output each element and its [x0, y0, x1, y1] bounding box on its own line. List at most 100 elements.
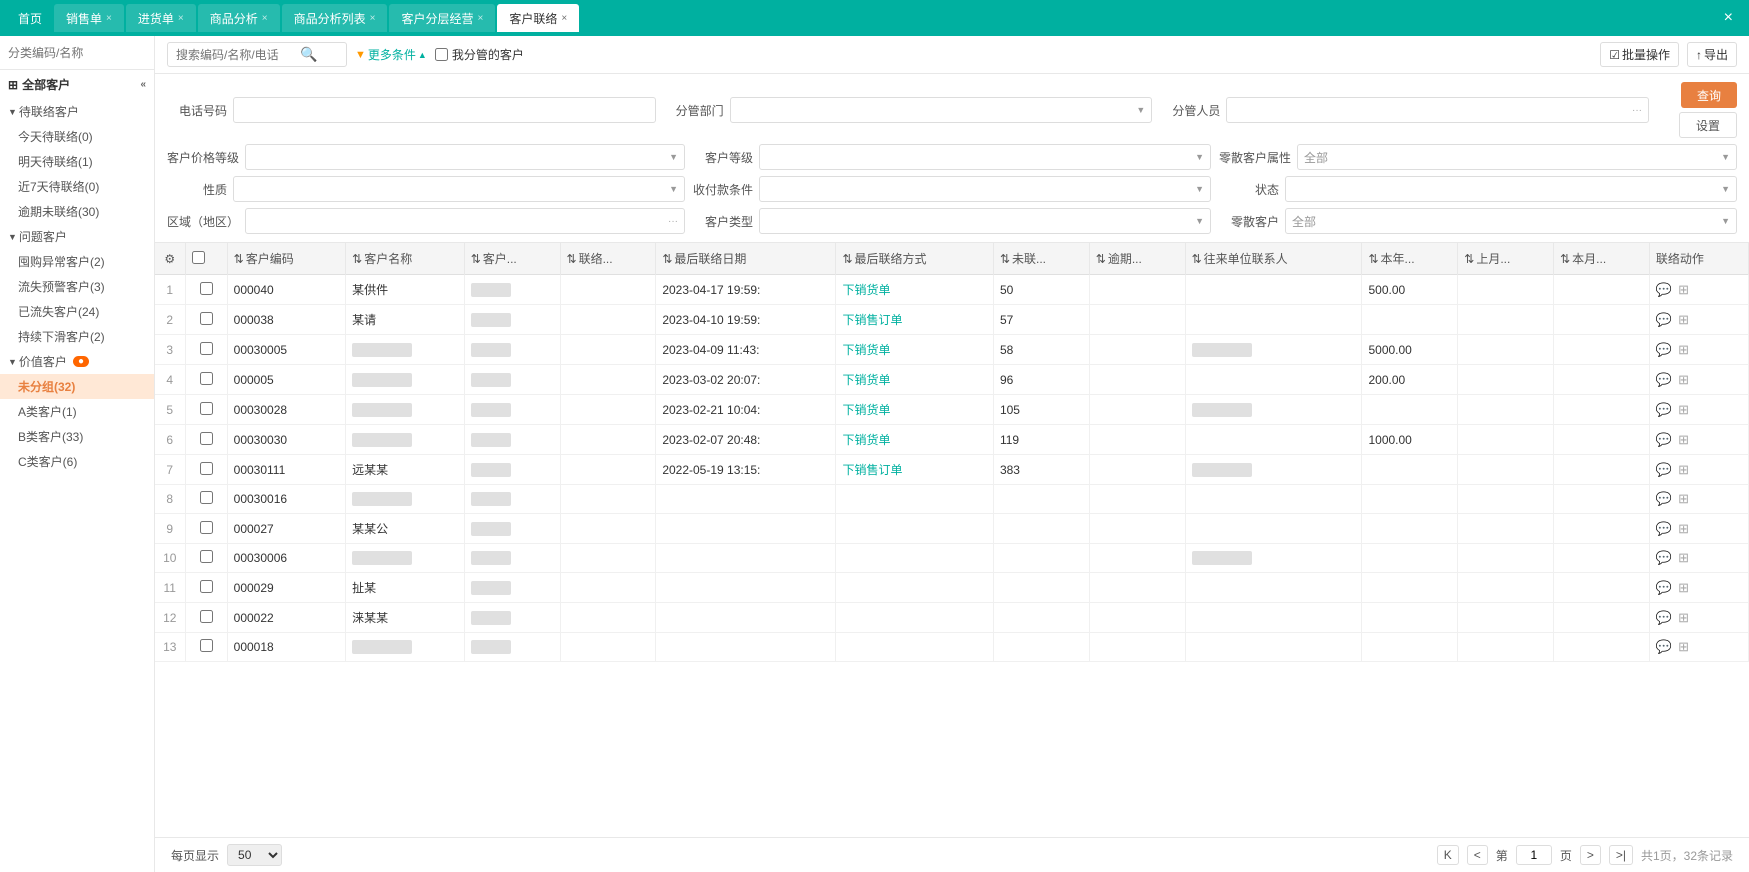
close-customer-seg-tab[interactable]: × — [477, 13, 483, 24]
last-way-link[interactable]: 下销售订单 — [842, 313, 902, 327]
customer-type-select[interactable]: ▼ — [759, 208, 1211, 234]
chat-icon[interactable]: 💬 — [1656, 462, 1672, 478]
chat-icon[interactable]: 💬 — [1656, 432, 1672, 448]
grid-action-icon[interactable]: ⊞ — [1678, 639, 1689, 655]
close-analysis-tab[interactable]: × — [262, 13, 268, 24]
close-sales-tab[interactable]: × — [106, 13, 112, 24]
grid-action-icon[interactable]: ⊞ — [1678, 402, 1689, 418]
grid-action-icon[interactable]: ⊞ — [1678, 491, 1689, 507]
close-purchase-tab[interactable]: × — [178, 13, 184, 24]
next-page-btn[interactable]: > — [1580, 845, 1601, 865]
sidebar-item-today[interactable]: 今天待联络(0) — [0, 124, 154, 149]
nav-tab-analysis[interactable]: 商品分析 × — [198, 4, 280, 32]
last-way-link[interactable]: 下销货单 — [842, 373, 890, 387]
grid-action-icon[interactable]: ⊞ — [1678, 432, 1689, 448]
sidebar-item-overdue[interactable]: 逾期未联络(30) — [0, 199, 154, 224]
price-level-select[interactable]: ▼ — [245, 144, 685, 170]
nav-tab-analysis-list[interactable]: 商品分析列表 × — [282, 4, 388, 32]
sidebar-group-pending[interactable]: ▼ 待联络客户 — [0, 99, 154, 124]
sidebar-search-input[interactable] — [8, 46, 155, 60]
customer-level-select[interactable]: ▼ — [759, 144, 1211, 170]
chat-icon[interactable]: 💬 — [1656, 342, 1672, 358]
nav-tab-customer-contact[interactable]: 客户联络 × — [497, 4, 579, 32]
first-page-btn[interactable]: K — [1437, 845, 1459, 865]
region-select[interactable]: ··· — [245, 208, 685, 234]
export-btn[interactable]: ↑ 导出 — [1687, 42, 1737, 67]
pay-terms-select[interactable]: ▼ — [759, 176, 1211, 202]
dept-select[interactable]: ▼ — [730, 97, 1153, 123]
all-customers-header[interactable]: ⊞ 全部客户 « — [0, 70, 154, 99]
chat-icon[interactable]: 💬 — [1656, 521, 1672, 537]
chat-icon[interactable]: 💬 — [1656, 580, 1672, 596]
grid-action-icon[interactable]: ⊞ — [1678, 550, 1689, 566]
last-way-link[interactable]: 下销货单 — [842, 283, 890, 297]
grid-action-icon[interactable]: ⊞ — [1678, 610, 1689, 626]
grid-action-icon[interactable]: ⊞ — [1678, 312, 1689, 328]
row-checkbox[interactable] — [200, 580, 213, 593]
sidebar-item-b-class[interactable]: B类客户(33) — [0, 424, 154, 449]
chat-icon[interactable]: 💬 — [1656, 639, 1672, 655]
sidebar-item-tomorrow[interactable]: 明天待联络(1) — [0, 149, 154, 174]
my-customers-checkbox[interactable] — [435, 48, 448, 61]
row-checkbox[interactable] — [200, 462, 213, 475]
chat-icon[interactable]: 💬 — [1656, 491, 1672, 507]
row-checkbox[interactable] — [200, 282, 213, 295]
phone-input[interactable] — [233, 97, 656, 123]
grid-action-icon[interactable]: ⊞ — [1678, 521, 1689, 537]
nav-tab-customer-seg[interactable]: 客户分层经营 × — [389, 4, 495, 32]
close-analysis-list-tab[interactable]: × — [370, 13, 376, 24]
row-checkbox[interactable] — [200, 639, 213, 652]
filter-search-input[interactable] — [176, 48, 296, 62]
chat-icon[interactable]: 💬 — [1656, 610, 1672, 626]
chat-icon[interactable]: 💬 — [1656, 372, 1672, 388]
row-checkbox[interactable] — [200, 342, 213, 355]
grid-action-icon[interactable]: ⊞ — [1678, 372, 1689, 388]
chat-icon[interactable]: 💬 — [1656, 282, 1672, 298]
last-way-link[interactable]: 下销货单 — [842, 343, 890, 357]
my-customers-filter[interactable]: 我分管的客户 — [435, 46, 524, 63]
chat-icon[interactable]: 💬 — [1656, 550, 1672, 566]
sidebar-group-problem[interactable]: ▼ 问题客户 — [0, 224, 154, 249]
th-settings[interactable]: ⚙ — [155, 243, 185, 275]
row-checkbox[interactable] — [200, 372, 213, 385]
row-checkbox[interactable] — [200, 402, 213, 415]
grid-action-icon[interactable]: ⊞ — [1678, 580, 1689, 596]
grid-action-icon[interactable]: ⊞ — [1678, 282, 1689, 298]
close-customer-contact-tab[interactable]: × — [561, 13, 567, 24]
collapse-sidebar-icon[interactable]: « — [140, 79, 146, 90]
sidebar-item-ungrouped[interactable]: 未分组(32) — [0, 374, 154, 399]
page-input[interactable] — [1516, 845, 1552, 865]
batch-ops-btn[interactable]: ☑ 批量操作 — [1600, 42, 1679, 67]
nav-home[interactable]: 首页 — [8, 10, 52, 27]
query-btn[interactable]: 查询 — [1681, 82, 1737, 108]
gender-select[interactable]: ▼ — [233, 176, 685, 202]
reset-btn[interactable]: 设置 — [1679, 112, 1737, 138]
grid-action-icon[interactable]: ⊞ — [1678, 342, 1689, 358]
person-select[interactable]: ··· — [1226, 97, 1649, 123]
close-all-btn[interactable]: × — [1716, 9, 1741, 27]
sidebar-group-value[interactable]: ▼ 价值客户 ● — [0, 349, 154, 374]
nav-tab-purchase[interactable]: 进货单 × — [126, 4, 196, 32]
nav-tab-sales[interactable]: 销售单 × — [54, 4, 124, 32]
row-checkbox[interactable] — [200, 610, 213, 623]
gear-icon[interactable]: ⚙ — [164, 252, 175, 266]
grid-action-icon[interactable]: ⊞ — [1678, 462, 1689, 478]
sidebar-item-churn-warning[interactable]: 流失预警客户(3) — [0, 274, 154, 299]
last-way-link[interactable]: 下销售订单 — [842, 463, 902, 477]
row-checkbox[interactable] — [200, 432, 213, 445]
sidebar-item-abnormal[interactable]: 囤购异常客户(2) — [0, 249, 154, 274]
prev-page-btn[interactable]: < — [1467, 845, 1488, 865]
row-checkbox[interactable] — [200, 550, 213, 563]
select-all-checkbox[interactable] — [192, 251, 205, 264]
sidebar-item-c-class[interactable]: C类客户(6) — [0, 449, 154, 474]
row-checkbox[interactable] — [200, 312, 213, 325]
chat-icon[interactable]: 💬 — [1656, 312, 1672, 328]
more-conditions-btn[interactable]: ▼ 更多条件 ▲ — [355, 46, 427, 63]
chat-icon[interactable]: 💬 — [1656, 402, 1672, 418]
last-page-btn[interactable]: >| — [1609, 845, 1633, 865]
last-way-link[interactable]: 下销货单 — [842, 433, 890, 447]
last-way-link[interactable]: 下销货单 — [842, 403, 890, 417]
sidebar-item-a-class[interactable]: A类客户(1) — [0, 399, 154, 424]
row-checkbox[interactable] — [200, 491, 213, 504]
status-select[interactable]: ▼ — [1285, 176, 1737, 202]
